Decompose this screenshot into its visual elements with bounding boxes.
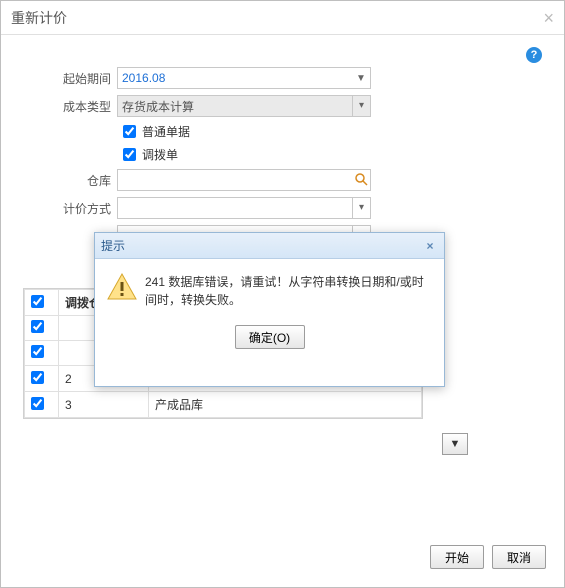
close-icon[interactable]: × bbox=[422, 238, 438, 254]
table-row: 3 产成品库 bbox=[25, 392, 422, 418]
warehouse-label: 仓库 bbox=[23, 172, 117, 189]
chk-normal[interactable] bbox=[123, 125, 136, 138]
search-icon[interactable] bbox=[352, 172, 370, 189]
dialog-titlebar: 提示 × bbox=[95, 233, 444, 259]
alert-dialog: 提示 × 241 数据库错误，请重试！从字符串转换日期和/或时间时，转换失败。 … bbox=[94, 232, 445, 387]
cancel-button[interactable]: 取消 bbox=[492, 545, 546, 569]
start-button[interactable]: 开始 bbox=[430, 545, 484, 569]
dialog-title: 提示 bbox=[101, 237, 125, 254]
dialog-message: 241 数据库错误，请重试！从字符串转换日期和/或时间时，转换失败。 bbox=[145, 273, 432, 309]
warning-icon bbox=[107, 273, 137, 301]
row-cost-type: 成本类型 ▾ bbox=[23, 95, 542, 117]
chevron-down-icon[interactable]: ▾ bbox=[352, 198, 370, 218]
titlebar: 重新计价 × bbox=[1, 1, 564, 35]
chevron-down-icon[interactable]: ▾ bbox=[352, 96, 370, 116]
row-warehouse: 仓库 bbox=[23, 169, 542, 191]
header-chk bbox=[25, 290, 59, 316]
cost-type-input bbox=[118, 96, 352, 116]
close-icon[interactable]: × bbox=[543, 1, 554, 35]
warehouse-input[interactable] bbox=[118, 170, 352, 190]
chevron-down-icon[interactable]: ▼ bbox=[352, 73, 370, 84]
row-checkbox[interactable] bbox=[31, 345, 44, 358]
warehouse-field[interactable] bbox=[117, 169, 371, 191]
pricing-label: 计价方式 bbox=[23, 200, 117, 217]
dialog-footer: 确定(O) bbox=[95, 325, 444, 349]
header-checkbox[interactable] bbox=[31, 295, 44, 308]
row-start-date: 起始期间 ▼ bbox=[23, 67, 542, 89]
start-date-input[interactable] bbox=[118, 68, 352, 88]
help-icon[interactable]: ? bbox=[526, 47, 542, 63]
main-window: 重新计价 × ? 起始期间 ▼ 成本类型 ▾ 普通单据 调拨单 bbox=[0, 0, 565, 588]
cost-type-label: 成本类型 bbox=[23, 98, 117, 115]
pricing-input[interactable] bbox=[118, 198, 352, 218]
cell: 产成品库 bbox=[149, 392, 422, 418]
ok-button-label: 确定(O) bbox=[249, 331, 290, 345]
window-title: 重新计价 bbox=[11, 1, 67, 35]
start-date-label: 起始期间 bbox=[23, 70, 117, 87]
row-chk-transfer: 调拨单 bbox=[123, 146, 542, 163]
footer: 开始 取消 bbox=[430, 545, 546, 569]
chevron-down-icon: ▼ bbox=[450, 438, 461, 450]
dialog-body: 241 数据库错误，请重试！从字符串转换日期和/或时间时，转换失败。 bbox=[95, 259, 444, 317]
row-chk-normal: 普通单据 bbox=[123, 123, 542, 140]
chk-transfer-label: 调拨单 bbox=[142, 146, 178, 163]
cost-type-field: ▾ bbox=[117, 95, 371, 117]
pricing-field[interactable]: ▾ bbox=[117, 197, 371, 219]
expand-button[interactable]: ▼ bbox=[442, 433, 468, 455]
row-checkbox[interactable] bbox=[31, 397, 44, 410]
row-pricing: 计价方式 ▾ bbox=[23, 197, 542, 219]
row-checkbox[interactable] bbox=[31, 371, 44, 384]
start-date-field[interactable]: ▼ bbox=[117, 67, 371, 89]
cell: 3 bbox=[59, 392, 149, 418]
row-checkbox[interactable] bbox=[31, 320, 44, 333]
ok-button[interactable]: 确定(O) bbox=[235, 325, 305, 349]
chk-transfer[interactable] bbox=[123, 148, 136, 161]
chk-normal-label: 普通单据 bbox=[142, 123, 190, 140]
